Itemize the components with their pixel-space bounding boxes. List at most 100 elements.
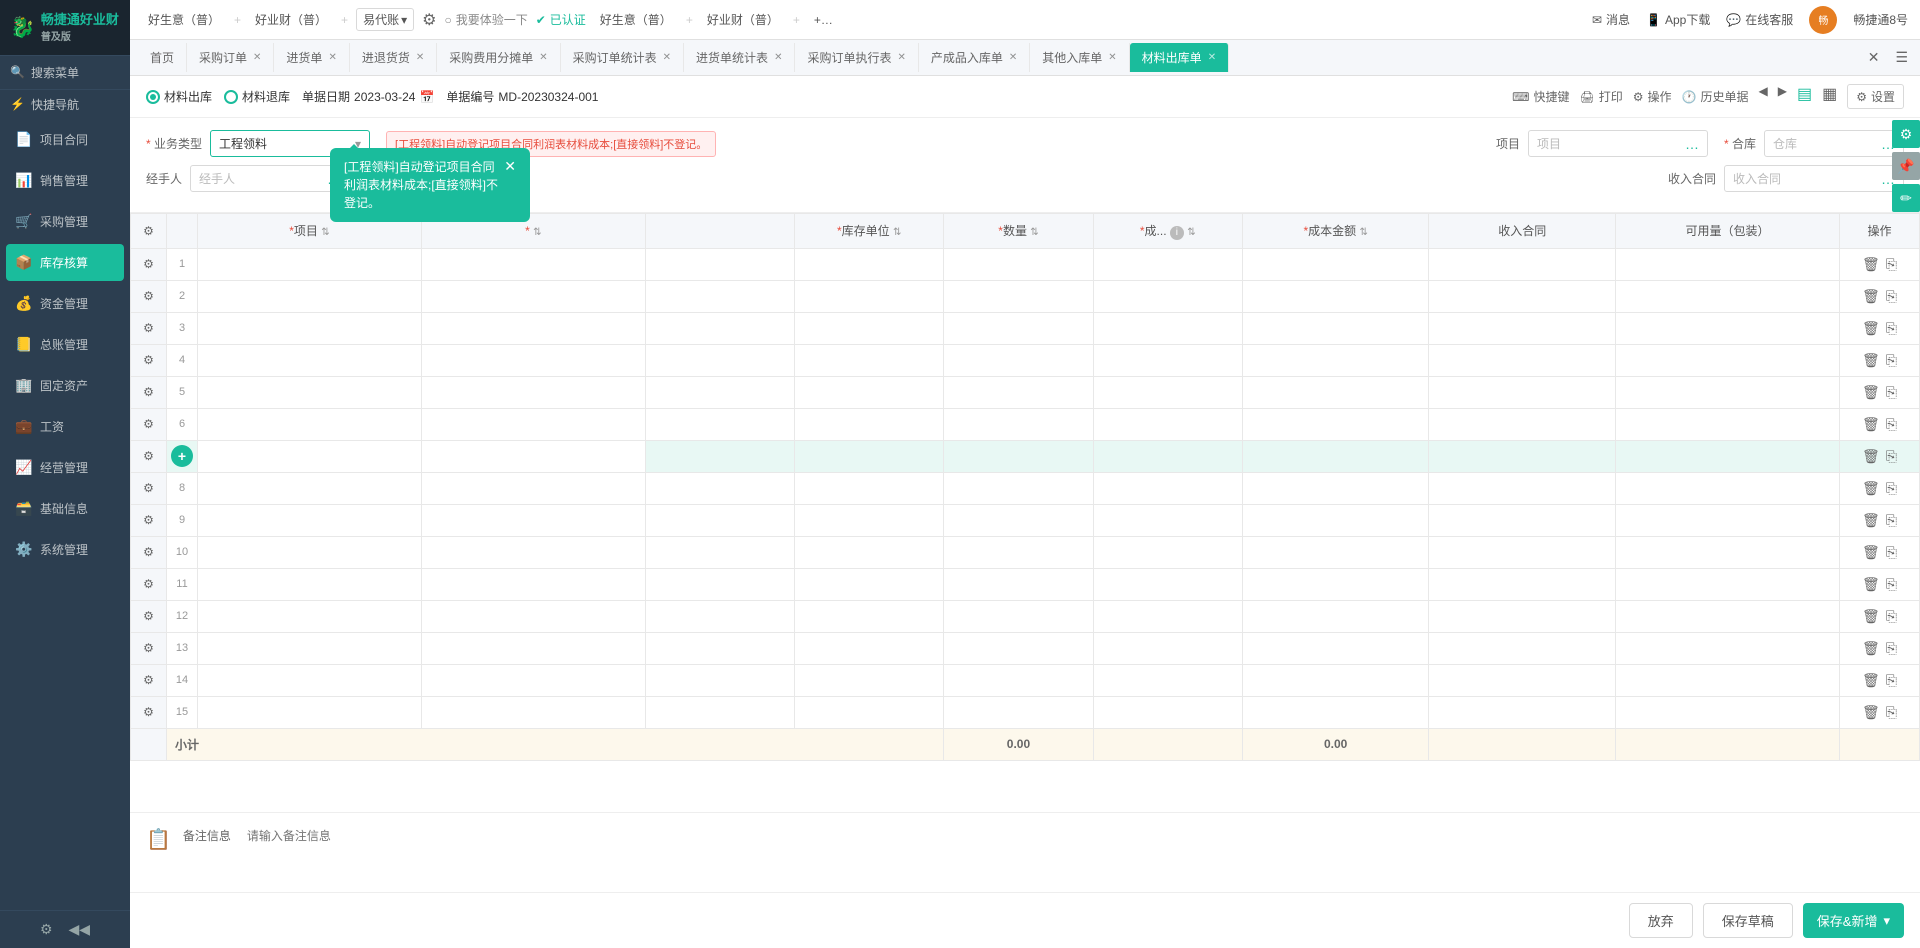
- topbar-haoshengyi[interactable]: 好生意（普）: [142, 7, 226, 32]
- cost-amount-cell[interactable]: [1242, 472, 1429, 504]
- tab-purchase-expense-close[interactable]: ✕: [539, 52, 547, 63]
- topbar-message[interactable]: ✉ 消息: [1592, 11, 1630, 28]
- cost-cell[interactable]: [1093, 632, 1242, 664]
- project-cell[interactable]: [198, 568, 422, 600]
- view-grid-icon[interactable]: ▦: [1822, 84, 1837, 109]
- available-cell[interactable]: [1616, 440, 1840, 472]
- material-sort-icon[interactable]: ⇅: [533, 227, 541, 238]
- right-panel-btn-2[interactable]: 📌: [1892, 152, 1920, 180]
- unit-cell[interactable]: [795, 472, 944, 504]
- tab-purchase-receipt-close[interactable]: ✕: [328, 52, 336, 63]
- quantity-cell[interactable]: [944, 600, 1093, 632]
- quantity-cell[interactable]: [944, 280, 1093, 312]
- quantity-cell[interactable]: [944, 440, 1093, 472]
- quantity-cell[interactable]: [944, 664, 1093, 696]
- copy-icon[interactable]: ⎘: [1886, 512, 1897, 529]
- add-row-button[interactable]: +: [171, 445, 193, 467]
- material-cell[interactable]: [421, 440, 645, 472]
- topbar-haoyecai[interactable]: 好业财（普）: [249, 7, 333, 32]
- tab-purchase-exec[interactable]: 采购订单执行表 ✕: [795, 43, 918, 72]
- tab-material-out-close[interactable]: ✕: [1208, 52, 1216, 63]
- delete-icon[interactable]: 🗑: [1862, 320, 1880, 337]
- available-cell[interactable]: [1616, 376, 1840, 408]
- spec-cell[interactable]: [645, 632, 794, 664]
- sidebar-item-basicinfo[interactable]: 🗃️ 基础信息: [6, 490, 124, 527]
- delete-icon[interactable]: 🗑: [1862, 544, 1880, 561]
- copy-icon[interactable]: ⎘: [1886, 576, 1897, 593]
- tab-other-in[interactable]: 其他入库单 ✕: [1030, 43, 1129, 72]
- copy-icon[interactable]: ⎘: [1886, 320, 1897, 337]
- unit-cell[interactable]: [795, 568, 944, 600]
- cost-cell[interactable]: [1093, 248, 1242, 280]
- cost-cell[interactable]: [1093, 280, 1242, 312]
- quantity-cell[interactable]: [944, 312, 1093, 344]
- unit-cell[interactable]: [795, 408, 944, 440]
- cost-cell[interactable]: [1093, 440, 1242, 472]
- income-contract-input[interactable]: 收入合同 …: [1724, 165, 1904, 192]
- cost-amount-cell[interactable]: [1242, 664, 1429, 696]
- project-cell[interactable]: [198, 312, 422, 344]
- copy-icon[interactable]: ⎘: [1886, 256, 1897, 273]
- quantity-cell[interactable]: [944, 344, 1093, 376]
- topbar-certified-haoyecai[interactable]: 好业财（普）: [701, 7, 785, 32]
- income-contract-cell[interactable]: [1429, 568, 1616, 600]
- spec-cell[interactable]: [645, 312, 794, 344]
- available-cell[interactable]: [1616, 248, 1840, 280]
- income-contract-cell[interactable]: [1429, 504, 1616, 536]
- delete-icon[interactable]: 🗑: [1862, 640, 1880, 657]
- warehouse-input[interactable]: 仓库 …: [1764, 130, 1904, 157]
- nav-prev-icon[interactable]: ◀: [1759, 84, 1768, 109]
- notes-input[interactable]: [243, 823, 1904, 873]
- tab-purchase-order-close[interactable]: ✕: [253, 52, 261, 63]
- copy-icon[interactable]: ⎘: [1886, 672, 1897, 689]
- project-cell[interactable]: [198, 504, 422, 536]
- project-input[interactable]: 项目 …: [1528, 130, 1708, 157]
- row-gear-icon[interactable]: ⚙: [143, 385, 154, 399]
- quantity-cell[interactable]: [944, 408, 1093, 440]
- available-cell[interactable]: [1616, 664, 1840, 696]
- material-cell[interactable]: [421, 536, 645, 568]
- material-cell[interactable]: [421, 408, 645, 440]
- cost-amount-cell[interactable]: [1242, 376, 1429, 408]
- project-cell[interactable]: [198, 344, 422, 376]
- copy-icon[interactable]: ⎘: [1886, 448, 1897, 465]
- row-gear-icon[interactable]: ⚙: [143, 673, 154, 687]
- spec-cell[interactable]: [645, 376, 794, 408]
- spec-cell[interactable]: [645, 344, 794, 376]
- calendar-icon[interactable]: 📅: [419, 90, 434, 104]
- material-cell[interactable]: [421, 600, 645, 632]
- income-contract-cell[interactable]: [1429, 632, 1616, 664]
- project-cell[interactable]: [198, 600, 422, 632]
- quantity-cell[interactable]: [944, 376, 1093, 408]
- project-cell[interactable]: [198, 376, 422, 408]
- sidebar-item-search[interactable]: 🔍 搜索菜单: [0, 56, 130, 90]
- available-cell[interactable]: [1616, 280, 1840, 312]
- sidebar-item-operations[interactable]: 📈 经营管理: [6, 449, 124, 486]
- cost-cell[interactable]: [1093, 600, 1242, 632]
- delete-icon[interactable]: 🗑: [1862, 576, 1880, 593]
- spec-cell[interactable]: [645, 248, 794, 280]
- income-contract-cell[interactable]: [1429, 408, 1616, 440]
- tab-goods-stat[interactable]: 进货单统计表 ✕: [684, 43, 795, 72]
- material-cell[interactable]: [421, 312, 645, 344]
- delete-icon[interactable]: 🗑: [1862, 480, 1880, 497]
- row-gear-icon[interactable]: ⚙: [143, 513, 154, 527]
- cost-amount-cell[interactable]: [1242, 568, 1429, 600]
- unit-sort-icon[interactable]: ⇅: [893, 227, 901, 238]
- material-cell[interactable]: [421, 504, 645, 536]
- tab-purchase-stat[interactable]: 采购订单统计表 ✕: [561, 43, 684, 72]
- unit-cell[interactable]: [795, 696, 944, 728]
- cost-amount-cell[interactable]: [1242, 536, 1429, 568]
- project-cell[interactable]: [198, 408, 422, 440]
- copy-icon[interactable]: ⎘: [1886, 640, 1897, 657]
- material-cell[interactable]: [421, 344, 645, 376]
- material-cell[interactable]: [421, 568, 645, 600]
- topbar-yidaizhang-dropdown[interactable]: 易代账 ▾: [356, 8, 414, 31]
- row-gear-icon[interactable]: ⚙: [143, 353, 154, 367]
- cost-amount-cell[interactable]: [1242, 600, 1429, 632]
- save-draft-button[interactable]: 保存草稿: [1703, 903, 1793, 938]
- copy-icon[interactable]: ⎘: [1886, 544, 1897, 561]
- cost-amount-cell[interactable]: [1242, 344, 1429, 376]
- topbar-certified-haoshengyi[interactable]: 好生意（普）: [594, 7, 678, 32]
- unit-cell[interactable]: [795, 536, 944, 568]
